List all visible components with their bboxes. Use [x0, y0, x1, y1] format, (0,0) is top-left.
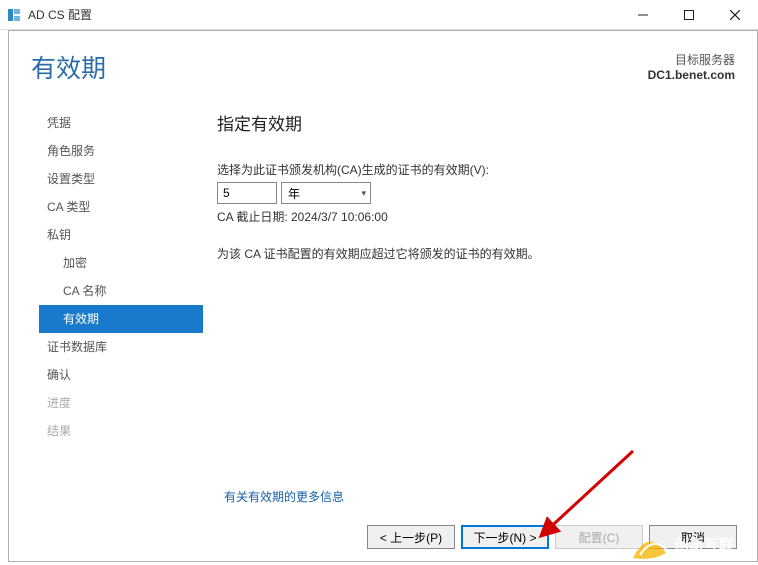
wizard-button-row: < 上一步(P) 下一步(N) > 配置(C) 取消 — [367, 525, 737, 549]
target-server-value: DC1.benet.com — [648, 68, 735, 82]
validity-unit-value: 年 — [288, 185, 300, 202]
ca-expiry-text: CA 截止日期: 2024/3/7 10:06:00 — [217, 208, 727, 225]
sidebar-item-validity-period[interactable]: 有效期 — [39, 305, 203, 333]
cancel-button[interactable]: 取消 — [649, 525, 737, 549]
target-server-block: 目标服务器 DC1.benet.com — [648, 49, 735, 85]
configure-button: 配置(C) — [555, 525, 643, 549]
next-button[interactable]: 下一步(N) > — [461, 525, 549, 549]
validity-note: 为该 CA 证书配置的有效期应超过它将颁发的证书的有效期。 — [217, 245, 727, 262]
main-heading: 指定有效期 — [217, 110, 727, 135]
maximize-button[interactable] — [666, 0, 712, 30]
page-title: 有效期 — [31, 49, 106, 85]
sidebar-item-role-services[interactable]: 角色服务 — [39, 137, 209, 165]
sidebar-item-results: 结果 — [39, 417, 209, 445]
titlebar: AD CS 配置 — [0, 0, 758, 30]
sidebar-item-confirmation[interactable]: 确认 — [39, 361, 209, 389]
previous-button[interactable]: < 上一步(P) — [367, 525, 455, 549]
validity-value-input[interactable] — [217, 182, 277, 204]
window-controls — [620, 0, 758, 30]
close-button[interactable] — [712, 0, 758, 30]
wizard-sidebar: 凭据 角色服务 设置类型 CA 类型 私钥 加密 CA 名称 有效期 证书数据库… — [9, 109, 209, 445]
sidebar-item-cert-database[interactable]: 证书数据库 — [39, 333, 209, 361]
more-info-link[interactable]: 有关有效期的更多信息 — [224, 488, 344, 505]
sidebar-item-private-key[interactable]: 私钥 — [39, 221, 209, 249]
main-panel: 指定有效期 选择为此证书颁发机构(CA)生成的证书的有效期(V): 年 ▾ CA… — [209, 109, 757, 445]
sidebar-item-progress: 进度 — [39, 389, 209, 417]
target-server-label: 目标服务器 — [648, 51, 735, 68]
sidebar-item-credentials[interactable]: 凭据 — [39, 109, 209, 137]
wizard-content: 有效期 目标服务器 DC1.benet.com 凭据 角色服务 设置类型 CA … — [8, 30, 758, 562]
sidebar-item-ca-type[interactable]: CA 类型 — [39, 193, 209, 221]
sidebar-item-cryptography[interactable]: 加密 — [39, 249, 209, 277]
window-title: AD CS 配置 — [28, 6, 620, 23]
sidebar-item-ca-name[interactable]: CA 名称 — [39, 277, 209, 305]
app-icon — [6, 7, 22, 23]
validity-unit-select[interactable]: 年 ▾ — [281, 182, 371, 204]
validity-field-label: 选择为此证书颁发机构(CA)生成的证书的有效期(V): — [217, 161, 727, 178]
sidebar-item-setup-type[interactable]: 设置类型 — [39, 165, 209, 193]
minimize-button[interactable] — [620, 0, 666, 30]
chevron-down-icon: ▾ — [361, 188, 366, 199]
